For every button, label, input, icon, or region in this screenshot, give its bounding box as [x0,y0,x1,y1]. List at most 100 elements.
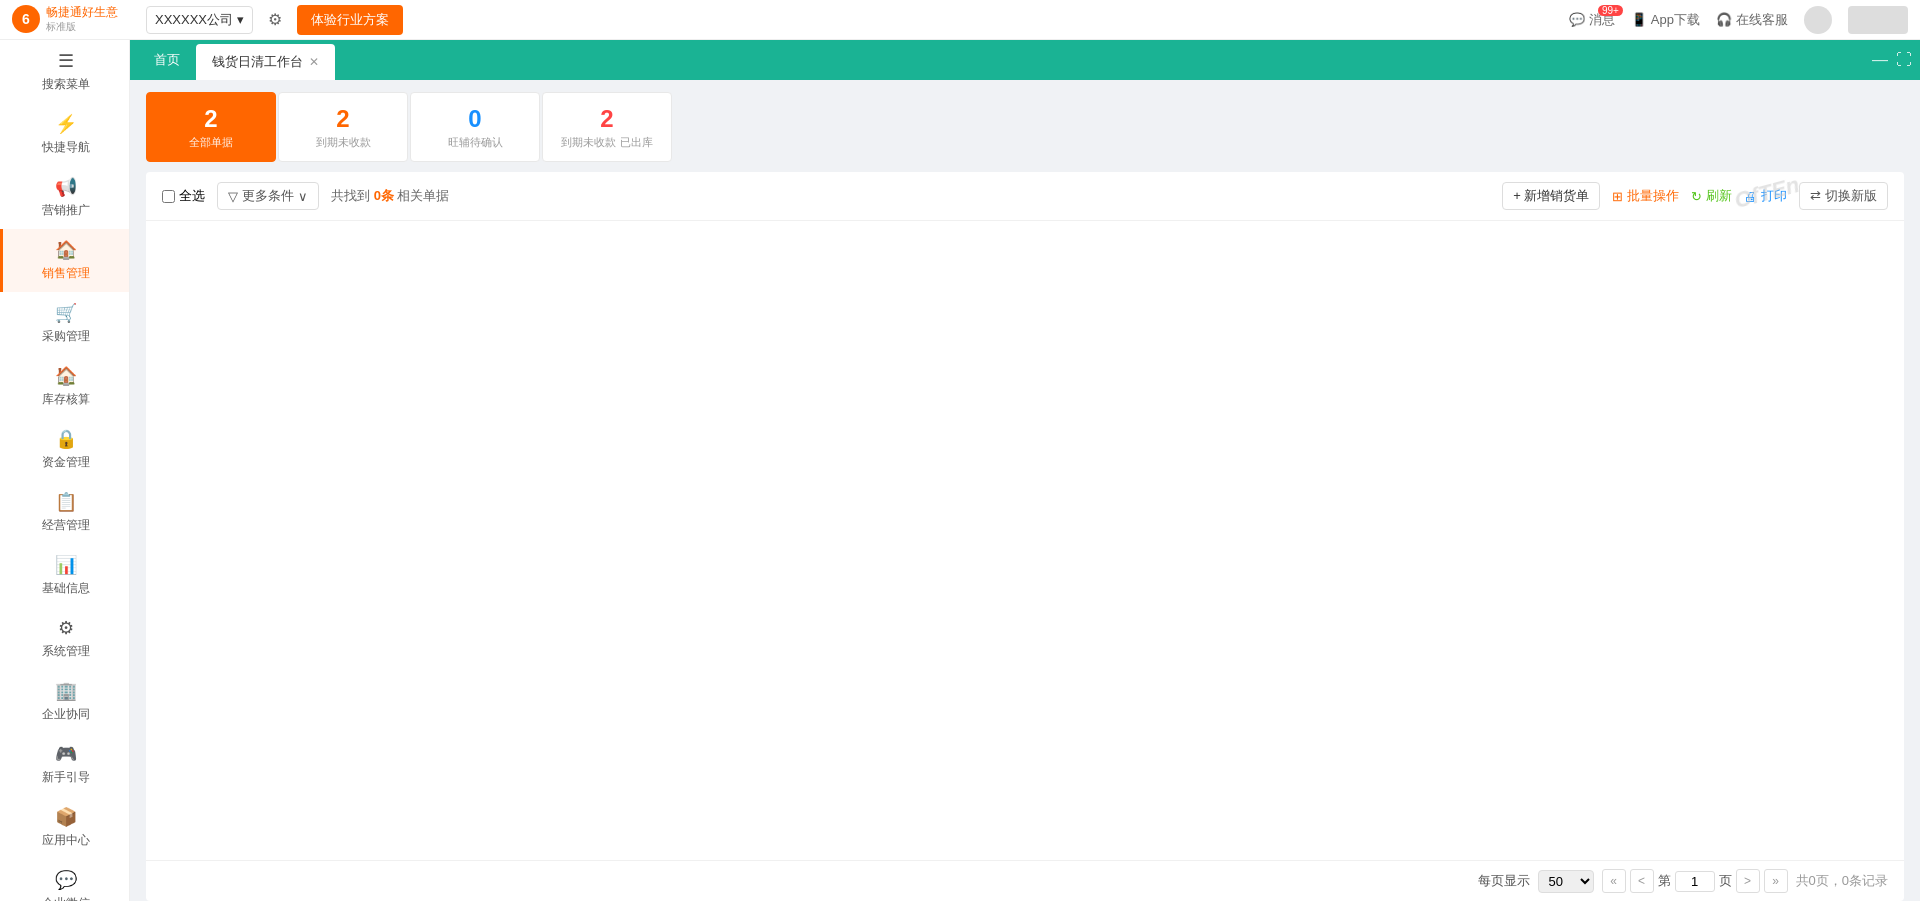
app-download-label: App下载 [1651,11,1700,29]
message-button[interactable]: 💬 消息 99+ [1569,11,1615,29]
sidebar: ☰ 搜索菜单 ⚡ 快捷导航 📢 营销推广 🏠 销售管理 🛒 采购管理 🏠 库存核… [0,40,130,901]
sidebar-guide-label: 新手引导 [42,769,90,786]
sidebar-item-purchase[interactable]: 🛒 采购管理 [0,292,129,355]
prev-page-button[interactable]: < [1630,869,1654,893]
tab-workbench-label: 钱货日清工作台 [212,53,303,71]
sidebar-item-search[interactable]: ☰ 搜索菜单 [0,40,129,103]
page-suffix: 页 [1719,872,1732,890]
per-page-select[interactable]: 50 20 100 [1538,870,1594,893]
toolbar: 全选 ▽ 更多条件 ∨ 共找到 0条 相关单据 + 新增销货单 [146,172,1904,221]
download-icon: 📱 [1631,12,1647,27]
sidebar-item-sales[interactable]: 🏠 销售管理 [0,229,129,292]
sidebar-item-quick-nav[interactable]: ⚡ 快捷导航 [0,103,129,166]
new-sales-button[interactable]: + 新增销货单 [1502,182,1600,210]
last-page-button[interactable]: » [1764,869,1788,893]
batch-operation-button[interactable]: ⊞ 批量操作 [1612,187,1679,205]
toolbar-right: + 新增销货单 ⊞ 批量操作 ↻ 刷新 🖨 打印 ⇄ [1502,182,1888,210]
tab-maximize-icon[interactable]: ⛶ [1896,51,1912,69]
stat-overdue[interactable]: 2 到期未收款 [278,92,408,162]
message-badge: 99+ [1598,5,1623,16]
next-page-button[interactable]: > [1736,869,1760,893]
logo-text-group: 畅捷通好生意 标准版 [46,5,118,33]
app-download-button[interactable]: 📱 App下载 [1631,11,1700,29]
sidebar-item-marketing[interactable]: 📢 营销推广 [0,166,129,229]
quick-nav-icon: ⚡ [55,113,77,135]
stat-all-label: 全部单据 [189,135,233,150]
content-area: 首页 钱货日清工作台 ✕ — ⛶ 2 全部单据 2 到期未收款 [130,40,1920,901]
sidebar-item-finance[interactable]: 🔒 资金管理 [0,418,129,481]
company-selector[interactable]: XXXXXX公司 ▾ [146,6,253,34]
refresh-button[interactable]: ↻ 刷新 [1691,187,1732,205]
sidebar-item-system[interactable]: ⚙ 系统管理 [0,607,129,670]
sidebar-item-guide[interactable]: 🎮 新手引导 [0,733,129,796]
sidebar-item-operations[interactable]: 📋 经营管理 [0,481,129,544]
filter-button[interactable]: ▽ 更多条件 ∨ [217,182,319,210]
operations-icon: 📋 [55,491,77,513]
online-service-button[interactable]: 🎧 在线客服 [1716,11,1788,29]
toolbar-left: 全选 ▽ 更多条件 ∨ 共找到 0条 相关单据 [162,182,1490,210]
sidebar-item-app-center[interactable]: 📦 应用中心 [0,796,129,859]
stat-pending[interactable]: 0 旺辅待确认 [410,92,540,162]
new-btn-label: + 新增销货单 [1513,187,1589,205]
basic-icon: 📊 [55,554,77,576]
stat-pending-num: 0 [468,105,481,133]
trial-button[interactable]: 体验行业方案 [297,5,403,35]
result-text: 共找到 0条 相关单据 [331,187,449,205]
settings-button[interactable]: ⚙ [261,6,289,34]
tab-close-icon[interactable]: ✕ [309,55,319,69]
online-service-label: 在线客服 [1736,11,1788,29]
logo-icon: 6 [12,5,40,33]
marketing-icon: 📢 [55,176,77,198]
result-count: 0条 [374,188,394,203]
logo-name: 畅捷通好生意 [46,5,118,19]
avatar[interactable] [1804,6,1832,34]
tab-minimize-icon[interactable]: — [1872,51,1888,69]
search-menu-icon: ☰ [58,50,74,72]
sidebar-inventory-label: 库存核算 [42,391,90,408]
sidebar-purchase-label: 采购管理 [42,328,90,345]
main-layout: ☰ 搜索菜单 ⚡ 快捷导航 📢 营销推广 🏠 销售管理 🛒 采购管理 🏠 库存核… [0,40,1920,901]
header-right: 💬 消息 99+ 📱 App下载 🎧 在线客服 [1569,6,1908,34]
first-page-button[interactable]: « [1602,869,1626,893]
stats-row: 2 全部单据 2 到期未收款 0 旺辅待确认 2 到期未收款 已出库 [130,80,1920,162]
tab-workbench[interactable]: 钱货日清工作台 ✕ [196,44,335,80]
per-page-label: 每页显示 [1478,872,1530,890]
app-center-icon: 📦 [55,806,77,828]
stat-overdue-shipped-label: 到期未收款 已出库 [561,135,652,150]
switch-version-button[interactable]: ⇄ 切换新版 [1799,182,1888,210]
sidebar-quick-nav-label: 快捷导航 [42,139,90,156]
sidebar-item-wechat[interactable]: 💬 企业微信 [0,859,129,901]
company-name: XXXXXX公司 [155,11,233,29]
print-label: 打印 [1761,187,1787,205]
sidebar-finance-label: 资金管理 [42,454,90,471]
select-all-checkbox[interactable]: 全选 [162,187,205,205]
print-button[interactable]: 🖨 打印 [1744,187,1787,205]
switch-label: 切换新版 [1825,188,1877,203]
sidebar-app-center-label: 应用中心 [42,832,90,849]
sidebar-item-inventory[interactable]: 🏠 库存核算 [0,355,129,418]
filter-icon: ▽ [228,189,238,204]
system-icon: ⚙ [58,617,74,639]
page-number-input[interactable] [1675,871,1715,892]
page-nav: « < 第 页 > » [1602,869,1788,893]
stat-all[interactable]: 2 全部单据 [146,92,276,162]
stat-overdue-num: 2 [336,105,349,133]
page-label: 第 [1658,872,1671,890]
result-suffix: 相关单据 [397,188,449,203]
page-total: 共0页，0条记录 [1796,872,1888,890]
page-content: 2 全部单据 2 到期未收款 0 旺辅待确认 2 到期未收款 已出库 [130,80,1920,901]
tab-bar: 首页 钱货日清工作台 ✕ — ⛶ [130,40,1920,80]
table-area [146,221,1904,860]
select-all-input[interactable] [162,190,175,203]
select-all-label: 全选 [179,187,205,205]
top-header: 6 畅捷通好生意 标准版 XXXXXX公司 ▾ ⚙ 体验行业方案 💬 消息 99… [0,0,1920,40]
refresh-label: 刷新 [1706,187,1732,205]
sidebar-marketing-label: 营销推广 [42,202,90,219]
tab-home[interactable]: 首页 [138,40,196,80]
stat-overdue-label: 到期未收款 [316,135,371,150]
guide-icon: 🎮 [55,743,77,765]
stat-overdue-shipped[interactable]: 2 到期未收款 已出库 [542,92,672,162]
sidebar-item-enterprise[interactable]: 🏢 企业协同 [0,670,129,733]
sidebar-item-basic[interactable]: 📊 基础信息 [0,544,129,607]
user-name[interactable] [1848,6,1908,34]
